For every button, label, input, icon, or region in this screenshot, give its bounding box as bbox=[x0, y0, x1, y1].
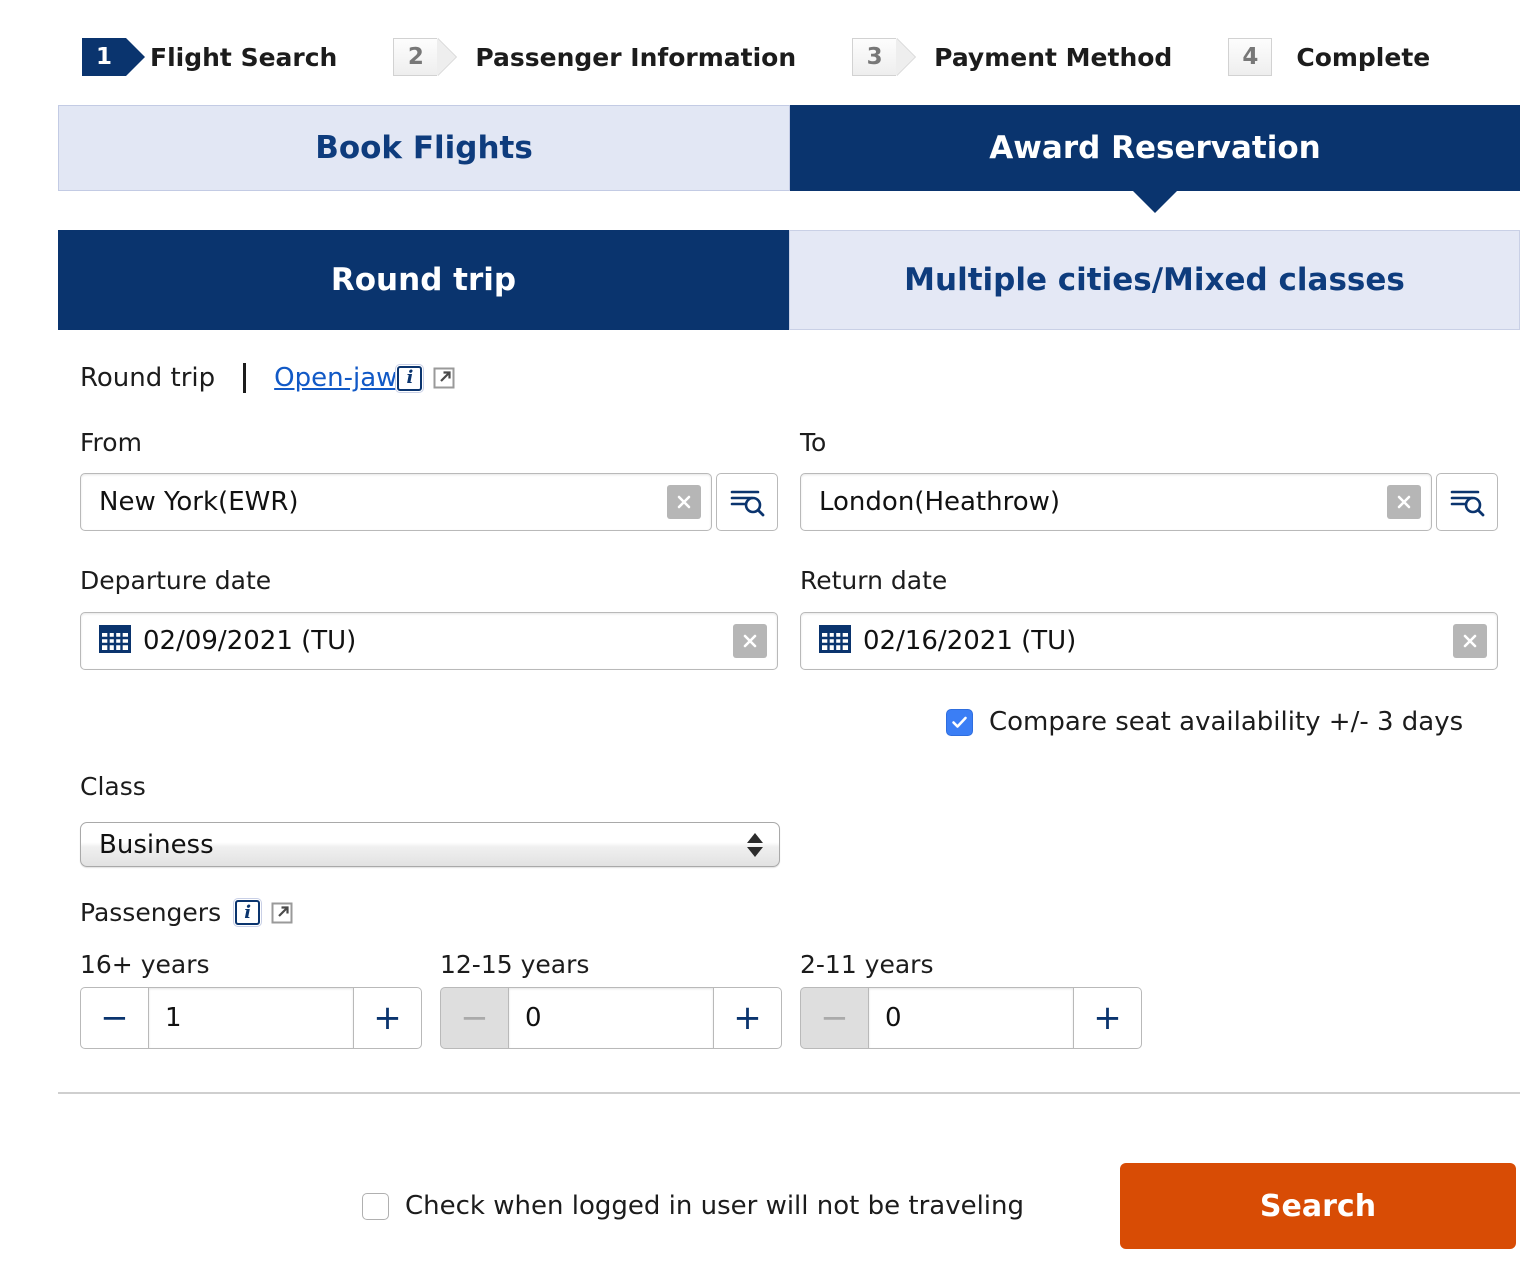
return-date-clear-icon[interactable] bbox=[1453, 624, 1487, 658]
passengers-external-link-icon[interactable] bbox=[270, 901, 294, 925]
tab-award-reservation-label: Award Reservation bbox=[989, 130, 1320, 166]
to-airport-lookup-search-icon[interactable] bbox=[1436, 473, 1498, 531]
return-calendar-icon[interactable] bbox=[819, 623, 851, 659]
not-traveling-checkbox[interactable] bbox=[362, 1193, 389, 1220]
from-label: From bbox=[80, 428, 142, 457]
tab-round-trip[interactable]: Round trip bbox=[58, 230, 789, 330]
departure-calendar-icon[interactable] bbox=[99, 623, 131, 659]
step-complete[interactable]: 4 Complete bbox=[1228, 38, 1430, 76]
tab-award-reservation[interactable]: Award Reservation bbox=[790, 105, 1520, 191]
passengers-info-icon[interactable]: i bbox=[235, 900, 260, 925]
passenger-adult-decrement-button[interactable]: − bbox=[80, 987, 148, 1049]
step-2-label: Passenger Information bbox=[475, 43, 796, 72]
class-label: Class bbox=[80, 772, 146, 801]
passenger-adult-count[interactable]: 1 bbox=[148, 987, 354, 1049]
passenger-stepper-youth: − 0 + bbox=[440, 987, 782, 1049]
passenger-adult-increment-button[interactable]: + bbox=[354, 987, 422, 1049]
return-date-value: 02/16/2021 (TU) bbox=[863, 626, 1453, 656]
passenger-youth-decrement-button: − bbox=[440, 987, 508, 1049]
class-selected-value: Business bbox=[81, 830, 747, 860]
passengers-label: Passengers bbox=[80, 898, 221, 927]
to-clear-icon[interactable] bbox=[1387, 485, 1421, 519]
trip-type-current-label: Round trip bbox=[80, 363, 215, 393]
passenger-group-adult: 16+ years − 1 + bbox=[80, 950, 422, 1049]
open-jaw-link[interactable]: Open-jaw bbox=[274, 363, 397, 393]
booking-step-indicator: 1 Flight Search 2 Passenger Information … bbox=[82, 34, 1430, 80]
step-flight-search[interactable]: 1 Flight Search bbox=[82, 38, 337, 76]
tab-book-flights[interactable]: Book Flights bbox=[58, 105, 790, 191]
step-3-label: Payment Method bbox=[934, 43, 1172, 72]
step-4-label: Complete bbox=[1296, 43, 1430, 72]
passenger-youth-count[interactable]: 0 bbox=[508, 987, 714, 1049]
passenger-child-decrement-button: − bbox=[800, 987, 868, 1049]
search-button[interactable]: Search bbox=[1120, 1163, 1516, 1249]
from-clear-icon[interactable] bbox=[667, 485, 701, 519]
passenger-group-youth-label: 12-15 years bbox=[440, 950, 782, 979]
tab-multiple-cities[interactable]: Multiple cities/Mixed classes bbox=[789, 230, 1520, 330]
select-stepper-arrows-icon bbox=[747, 833, 763, 857]
trip-type-row: Round trip Open-jaw i bbox=[80, 358, 456, 398]
not-traveling-label: Check when logged in user will not be tr… bbox=[405, 1191, 1024, 1221]
passenger-stepper-child: − 0 + bbox=[800, 987, 1142, 1049]
passenger-child-increment-button[interactable]: + bbox=[1074, 987, 1142, 1049]
passengers-heading: Passengers i bbox=[80, 898, 294, 927]
from-airport-lookup-search-icon[interactable] bbox=[716, 473, 778, 531]
compare-seat-availability-row[interactable]: Compare seat availability +/- 3 days bbox=[946, 707, 1463, 737]
to-value: London(Heathrow) bbox=[801, 487, 1387, 517]
step-1-badge: 1 bbox=[82, 38, 126, 76]
passenger-group-adult-label: 16+ years bbox=[80, 950, 422, 979]
passenger-stepper-adult: − 1 + bbox=[80, 987, 422, 1049]
passenger-group-youth: 12-15 years − 0 + bbox=[440, 950, 782, 1049]
departure-date-clear-icon[interactable] bbox=[733, 624, 767, 658]
info-icon[interactable]: i bbox=[397, 366, 422, 391]
passenger-group-child: 2-11 years − 0 + bbox=[800, 950, 1142, 1049]
passenger-youth-increment-button[interactable]: + bbox=[714, 987, 782, 1049]
to-input[interactable]: London(Heathrow) bbox=[800, 473, 1432, 531]
departure-date-value: 02/09/2021 (TU) bbox=[143, 626, 733, 656]
step-passenger-information[interactable]: 2 Passenger Information bbox=[393, 38, 796, 76]
step-1-label: Flight Search bbox=[150, 43, 337, 72]
itinerary-type-tabs: Round trip Multiple cities/Mixed classes bbox=[58, 230, 1520, 330]
return-date-label: Return date bbox=[800, 566, 947, 595]
active-tab-pointer-icon bbox=[1133, 191, 1177, 213]
step-payment-method[interactable]: 3 Payment Method bbox=[852, 38, 1172, 76]
departure-date-input[interactable]: 02/09/2021 (TU) bbox=[80, 612, 778, 670]
from-value: New York(EWR) bbox=[81, 487, 667, 517]
to-label: To bbox=[800, 428, 826, 457]
step-3-badge: 3 bbox=[852, 38, 896, 76]
passenger-child-count[interactable]: 0 bbox=[868, 987, 1074, 1049]
return-date-input[interactable]: 02/16/2021 (TU) bbox=[800, 612, 1498, 670]
departure-date-label: Departure date bbox=[80, 566, 271, 595]
external-link-icon[interactable] bbox=[432, 366, 456, 390]
not-traveling-row[interactable]: Check when logged in user will not be tr… bbox=[362, 1191, 1024, 1221]
from-input[interactable]: New York(EWR) bbox=[80, 473, 712, 531]
compare-seat-availability-checkbox[interactable] bbox=[946, 709, 973, 736]
form-divider bbox=[58, 1092, 1520, 1094]
compare-seat-availability-label: Compare seat availability +/- 3 days bbox=[989, 707, 1463, 737]
passenger-group-child-label: 2-11 years bbox=[800, 950, 1142, 979]
step-4-badge: 4 bbox=[1228, 38, 1272, 76]
flight-search-page: 1 Flight Search 2 Passenger Information … bbox=[0, 0, 1540, 1274]
step-2-badge: 2 bbox=[393, 38, 437, 76]
trip-type-divider bbox=[243, 363, 246, 393]
class-select[interactable]: Business bbox=[80, 822, 780, 867]
reservation-type-tabs: Book Flights Award Reservation bbox=[58, 105, 1520, 191]
